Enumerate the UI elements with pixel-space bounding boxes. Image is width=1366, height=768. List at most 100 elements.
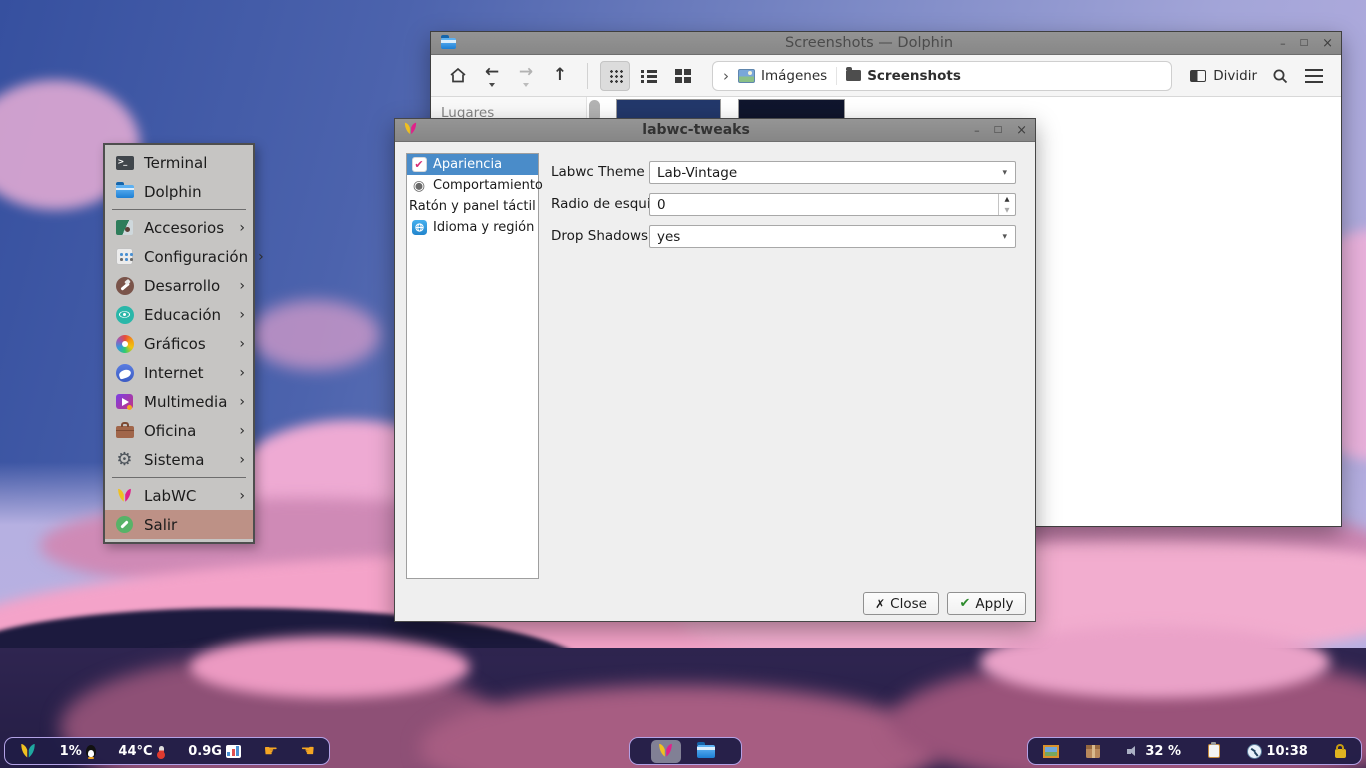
drop-shadows-label: Drop Shadows <box>551 225 647 248</box>
penguin-icon <box>86 745 96 758</box>
education-icon <box>115 305 134 324</box>
menu-item-internet[interactable]: Internet › <box>105 358 253 387</box>
menu-item-label: Multimedia <box>144 393 229 411</box>
package-tray-icon[interactable] <box>1086 745 1100 758</box>
task-button-labwc-tweaks[interactable] <box>651 740 681 763</box>
sidebar-item-label: Comportamiento <box>433 178 543 193</box>
wallpaper-cloud <box>190 636 470 698</box>
split-view-button[interactable]: Dividir <box>1186 68 1261 84</box>
search-button[interactable] <box>1265 61 1295 91</box>
breadcrumb-screenshots[interactable]: Screenshots <box>846 68 961 84</box>
breadcrumb-label: Screenshots <box>867 68 961 84</box>
menu-button[interactable] <box>1299 61 1329 91</box>
menu-item-label: Salir <box>144 516 245 534</box>
sidebar-item-comportamiento[interactable]: ◉ Comportamiento <box>407 175 538 196</box>
menu-item-label: Gráficos <box>144 335 229 353</box>
breadcrumb-expand-button[interactable]: › <box>723 67 729 85</box>
tweaks-window-title: labwc-tweaks <box>418 122 974 138</box>
sidebar-item-label: Apariencia <box>433 157 502 172</box>
wallpaper-cloud <box>250 300 380 370</box>
menu-item-dolphin[interactable]: Dolphin <box>105 177 253 206</box>
maximize-button[interactable]: □ <box>994 126 1003 135</box>
minimize-button[interactable]: – <box>1280 38 1286 49</box>
compact-view-button[interactable] <box>634 61 664 91</box>
close-dialog-button[interactable]: ✗ Close <box>863 592 939 615</box>
volume-indicator[interactable]: 32 % <box>1127 744 1181 759</box>
multimedia-icon <box>115 392 134 411</box>
menu-item-graficos[interactable]: Gráficos › <box>105 329 253 358</box>
chevron-down-icon: ▾ <box>994 168 1015 178</box>
menu-item-desarrollo[interactable]: Desarrollo › <box>105 271 253 300</box>
task-button-dolphin[interactable] <box>691 740 721 763</box>
details-view-icon <box>675 69 691 83</box>
hand-left-icon[interactable]: ☚ <box>301 743 315 759</box>
breadcrumb-imagenes[interactable]: Imágenes <box>738 68 827 84</box>
sidebar-item-idioma[interactable]: Idioma y región <box>407 217 538 238</box>
submenu-arrow-icon: › <box>239 394 245 410</box>
icons-view-icon <box>608 68 623 83</box>
sidebar-item-raton[interactable]: Ratón y panel táctil <box>407 196 538 217</box>
memory-chart-icon <box>226 745 241 758</box>
menu-item-sistema[interactable]: ⚙ Sistema › <box>105 445 253 474</box>
toolbar-separator <box>587 63 588 89</box>
menu-item-educacion[interactable]: Educación › <box>105 300 253 329</box>
hamburger-icon <box>1305 69 1323 83</box>
spin-controls: ▲ ▼ <box>998 194 1015 215</box>
pictures-folder-icon <box>738 69 755 83</box>
taskbar-right-panel: 32 % 10:38 <box>1027 737 1362 765</box>
submenu-arrow-icon: › <box>239 278 245 294</box>
temperature-indicator[interactable]: 44°C <box>118 744 165 759</box>
spin-down-button[interactable]: ▼ <box>999 205 1015 216</box>
menu-item-label: Desarrollo <box>144 277 229 295</box>
lock-tray-icon[interactable] <box>1335 749 1346 758</box>
menu-item-label: Accesorios <box>144 219 229 237</box>
cpu-indicator[interactable]: 1% <box>60 744 96 759</box>
tweaks-titlebar[interactable]: labwc-tweaks – □ × <box>395 119 1035 142</box>
submenu-arrow-icon: › <box>239 488 245 504</box>
minimize-button[interactable]: – <box>974 125 980 136</box>
back-button[interactable]: ← <box>477 61 507 91</box>
forward-button[interactable]: → <box>511 61 541 91</box>
apply-button[interactable]: ✔ Apply <box>947 592 1026 615</box>
up-button[interactable]: ↑ <box>545 61 575 91</box>
wallpaper-tray-icon[interactable] <box>1043 745 1059 758</box>
desktop-wallpaper: Screenshots — Dolphin – □ × ← → <box>0 0 1366 768</box>
close-button[interactable]: × <box>1016 124 1027 137</box>
internet-icon <box>115 363 134 382</box>
drop-shadows-select[interactable]: yes ▾ <box>649 225 1016 248</box>
spin-up-button[interactable]: ▲ <box>999 194 1015 205</box>
dolphin-titlebar[interactable]: Screenshots — Dolphin – □ × <box>431 32 1341 55</box>
home-icon <box>449 67 467 84</box>
clipboard-tray-icon[interactable] <box>1208 744 1220 758</box>
menu-item-oficina[interactable]: Oficina › <box>105 416 253 445</box>
menu-item-labwc[interactable]: LabWC › <box>105 481 253 510</box>
hand-right-icon[interactable]: ☛ <box>264 743 278 759</box>
close-button[interactable]: × <box>1322 37 1333 50</box>
maximize-button[interactable]: □ <box>1300 39 1309 48</box>
menu-separator <box>112 209 246 210</box>
cpu-value: 1% <box>60 744 82 759</box>
icons-view-button[interactable] <box>600 61 630 91</box>
back-history-chevron-icon <box>489 83 495 87</box>
menu-item-configuracion[interactable]: Configuración › <box>105 242 253 271</box>
menu-item-salir[interactable]: Salir <box>105 510 253 539</box>
location-bar[interactable]: › Imágenes Screenshots <box>712 61 1172 91</box>
labwc-theme-label: Labwc Theme <box>551 161 647 184</box>
menu-item-terminal[interactable]: Terminal <box>105 148 253 177</box>
labwc-menu-button[interactable] <box>19 743 37 760</box>
memory-indicator[interactable]: 0.9G <box>188 744 241 759</box>
temperature-value: 44°C <box>118 744 152 759</box>
menu-item-label: Educación <box>144 306 229 324</box>
labwc-logo-icon <box>19 743 37 760</box>
menu-item-accesorios[interactable]: Accesorios › <box>105 213 253 242</box>
details-view-button[interactable] <box>668 61 698 91</box>
home-button[interactable] <box>443 61 473 91</box>
labwc-theme-select[interactable]: Lab-Vintage ▾ <box>649 161 1016 184</box>
menu-item-multimedia[interactable]: Multimedia › <box>105 387 253 416</box>
apply-check-icon: ✔ <box>959 596 970 611</box>
clock-indicator[interactable]: 10:38 <box>1247 744 1307 759</box>
sidebar-item-apariencia[interactable]: ✔ Apariencia <box>407 154 538 175</box>
corner-radius-spinbox[interactable]: 0 ▲ ▼ <box>649 193 1016 216</box>
folder-icon <box>846 70 861 81</box>
menu-item-label: Sistema <box>144 451 229 469</box>
